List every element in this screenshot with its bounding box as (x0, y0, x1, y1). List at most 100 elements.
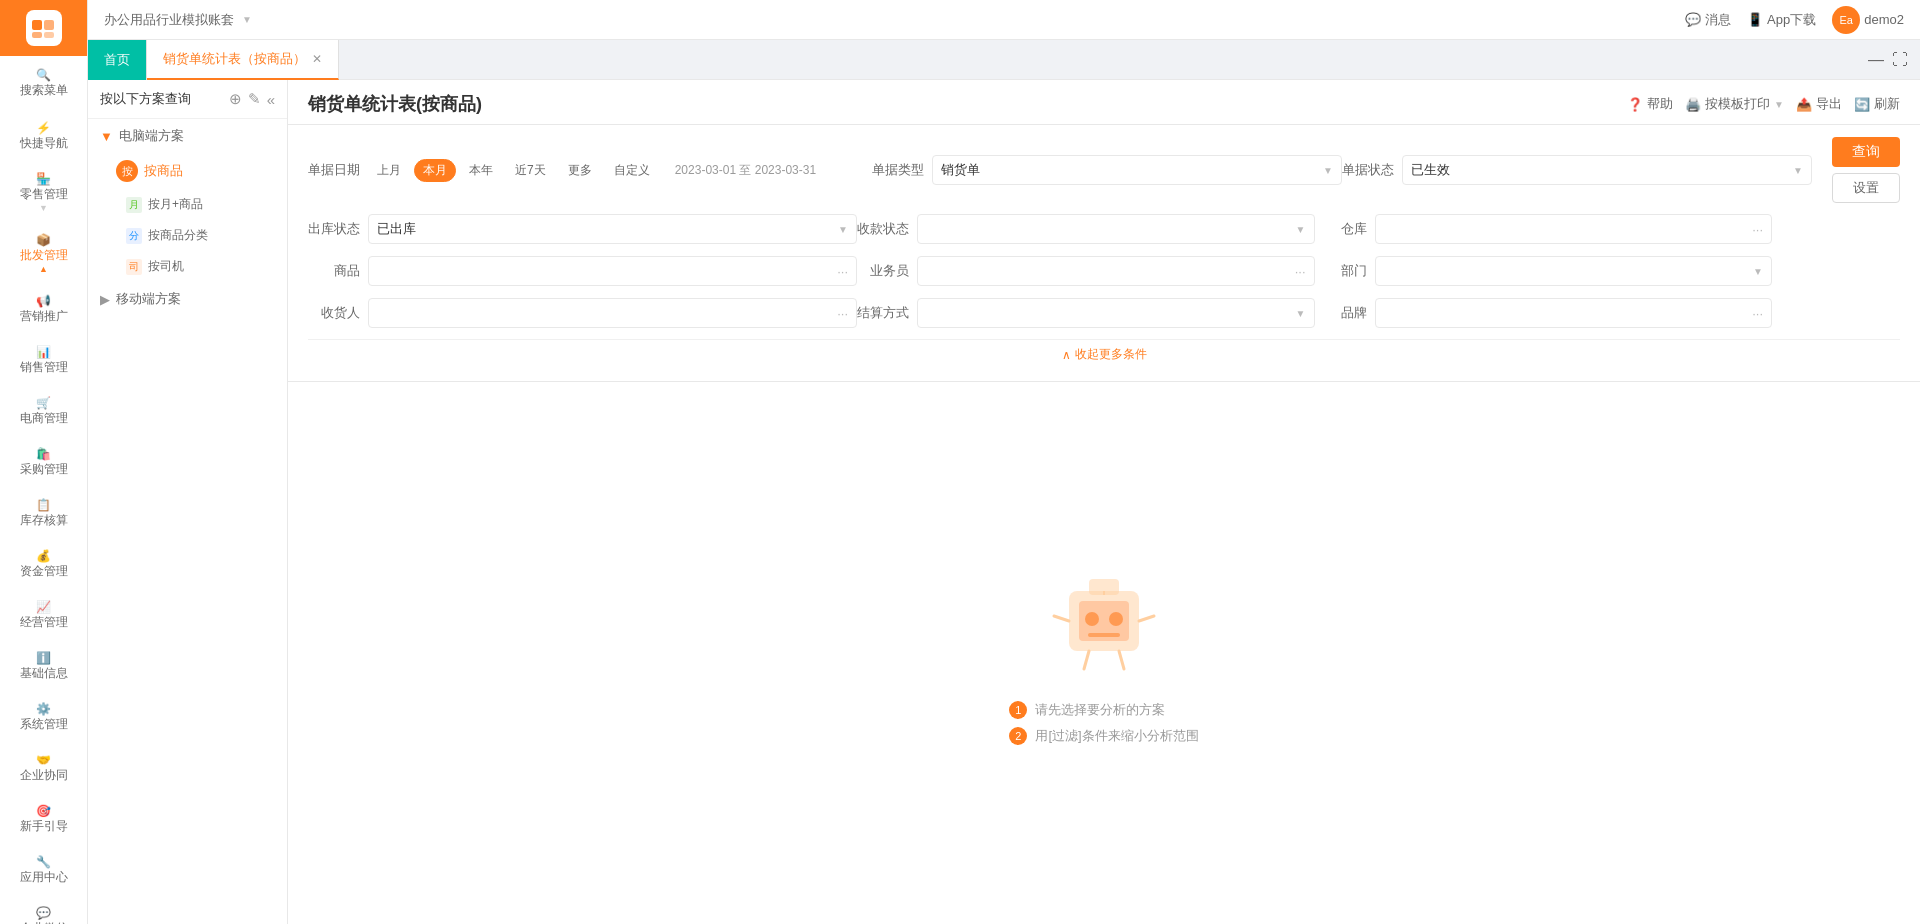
date-tab-this-year[interactable]: 本年 (460, 159, 502, 182)
payment-select[interactable]: ▼ (917, 214, 1315, 244)
sidebar-item-collab[interactable]: 🤝 企业协同 (0, 743, 87, 794)
export-icon: 📤 (1796, 97, 1812, 112)
date-tab-custom[interactable]: 自定义 (605, 159, 659, 182)
sidebar-item-appstore[interactable]: 🔧 应用中心 (0, 845, 87, 896)
brand-input[interactable]: ··· (1375, 298, 1773, 328)
filter-settle-field: 结算方式 ▼ (857, 297, 1315, 329)
date-tab-last-month[interactable]: 上月 (368, 159, 410, 182)
date-tabs: 上月 本月 本年 近7天 更多 自定义 (368, 159, 659, 182)
staff-input[interactable]: ··· (917, 256, 1315, 286)
doc-type-value: 销货单 (941, 161, 980, 179)
tab-close-btn[interactable]: ✕ (312, 52, 322, 66)
edit-scheme-btn[interactable]: ✎ (248, 90, 261, 108)
scheme-group-mobile-header[interactable]: ▶ 移动端方案 (88, 282, 287, 316)
sidebar-item-sales[interactable]: 📊 销售管理 (0, 335, 87, 386)
date-range-display: 2023-03-01 至 2023-03-31 (675, 162, 816, 179)
filter-brand-field: 品牌 ··· (1315, 297, 1773, 329)
inventory-icon: 📋 (36, 498, 51, 512)
svg-line-12 (1119, 651, 1124, 669)
sidebar-item-basic[interactable]: ℹ️ 基础信息 (0, 641, 87, 692)
tab-sales-stats[interactable]: 销货单统计表（按商品） ✕ (147, 40, 339, 80)
filter-dept-field: 部门 ▼ (1315, 255, 1773, 287)
doc-status-select[interactable]: 已生效 ▼ (1402, 155, 1812, 185)
warehouse-input[interactable]: ··· (1375, 214, 1773, 244)
sidebar-item-guide[interactable]: 🎯 新手引导 (0, 794, 87, 845)
sidebar-item-business[interactable]: 📈 经营管理 (0, 590, 87, 641)
tip-num-2: 2 (1009, 727, 1027, 745)
brand-label: 品牌 (1315, 304, 1375, 322)
help-btn[interactable]: ❓ 帮助 (1627, 95, 1673, 113)
sidebar-item-inventory[interactable]: 📋 库存核算 (0, 488, 87, 539)
search-menu[interactable]: 🔍 搜索菜单 (0, 56, 87, 111)
scheme-group-desktop: ▼ 电脑端方案 按 按商品 月 按月+商品 分 按商品分类 (88, 119, 287, 282)
filter-receiver-field: 收货人 ··· (308, 297, 857, 329)
ecommerce-icon: 🛒 (36, 396, 51, 410)
sidebar-item-system[interactable]: ⚙️ 系统管理 (0, 692, 87, 743)
goods-input[interactable]: ··· (368, 256, 857, 286)
chevron-down-icon-payment: ▼ (1296, 224, 1306, 235)
message-icon: 💬 (1685, 12, 1701, 27)
filter-row-1: 单据日期 上月 本月 本年 近7天 更多 自定义 2023-03-01 至 20… (308, 137, 1900, 203)
collapse-btn[interactable]: ∧ 收起更多条件 (308, 339, 1900, 369)
svg-line-10 (1139, 616, 1154, 621)
tab-home[interactable]: 首页 (88, 40, 147, 80)
query-button[interactable]: 查询 (1832, 137, 1900, 167)
date-tab-more[interactable]: 更多 (559, 159, 601, 182)
topbar-right: 💬 消息 📱 App下载 Ea demo2 (1685, 6, 1904, 34)
export-btn[interactable]: 📤 导出 (1796, 95, 1842, 113)
topbar-left: 办公用品行业模拟账套 ▼ (104, 11, 252, 29)
message-btn[interactable]: 💬 消息 (1685, 11, 1731, 29)
setting-button[interactable]: 设置 (1832, 173, 1900, 203)
payment-label: 收款状态 (857, 220, 917, 238)
date-tab-7days[interactable]: 近7天 (506, 159, 555, 182)
refresh-btn[interactable]: 🔄 刷新 (1854, 95, 1900, 113)
add-scheme-btn[interactable]: ⊕ (229, 90, 242, 108)
more-icon-goods: ··· (837, 264, 848, 279)
goods-label: 商品 (308, 262, 368, 280)
scheme-group-desktop-header[interactable]: ▼ 电脑端方案 (88, 119, 287, 153)
svg-rect-1 (44, 20, 54, 30)
tab-expand-controls: — ⛶ (1856, 51, 1920, 69)
scheme-item-by-driver[interactable]: 司 按司机 (88, 251, 287, 282)
username-label: demo2 (1864, 12, 1904, 27)
out-status-select[interactable]: 已出库 ▼ (368, 214, 857, 244)
collapse-panel-btn[interactable]: « (267, 91, 275, 108)
scheme-item-by-month-product[interactable]: 月 按月+商品 (88, 189, 287, 220)
scheme-item-by-product[interactable]: 按 按商品 (88, 153, 287, 189)
sidebar-item-ecommerce[interactable]: 🛒 电商管理 (0, 386, 87, 437)
filter-doc-status-field: 单据状态 已生效 ▼ (1342, 154, 1812, 186)
sidebar-item-marketing[interactable]: 📢 营销推广 (0, 284, 87, 335)
scheme-item-by-category[interactable]: 分 按商品分类 (88, 220, 287, 251)
sidebar-item-purchase[interactable]: 🛍️ 采购管理 (0, 437, 87, 488)
retail-icon: 🏪 (36, 172, 51, 186)
svg-line-11 (1084, 651, 1089, 669)
purchase-icon: 🛍️ (36, 447, 51, 461)
date-tab-this-month[interactable]: 本月 (414, 159, 456, 182)
print-icon: 🖨️ (1685, 97, 1701, 112)
shortcut-nav[interactable]: ⚡ 快捷导航 (0, 111, 87, 162)
app-download-btn[interactable]: 📱 App下载 (1747, 11, 1816, 29)
print-btn[interactable]: 🖨️ 按模板打印 ▼ (1685, 95, 1784, 113)
user-area[interactable]: Ea demo2 (1832, 6, 1904, 34)
business-icon: 📈 (36, 600, 51, 614)
system-icon: ⚙️ (36, 702, 51, 716)
empty-tip-2: 2 用[过滤]条件来缩小分析范围 (1009, 727, 1198, 745)
dept-select[interactable]: ▼ (1375, 256, 1773, 286)
page-header-actions: ❓ 帮助 🖨️ 按模板打印 ▼ 📤 导出 🔄 刷新 (1627, 95, 1900, 113)
receiver-input[interactable]: ··· (368, 298, 857, 328)
sidebar-item-retail[interactable]: 🏪 零售管理 ▼ (0, 162, 87, 223)
sidebar-item-weixin[interactable]: 💬 企业微信 (0, 896, 87, 924)
mobile-group-label: 移动端方案 (116, 290, 181, 308)
sidebar-item-finance[interactable]: 💰 资金管理 (0, 539, 87, 590)
filter-area: 单据日期 上月 本月 本年 近7天 更多 自定义 2023-03-01 至 20… (288, 125, 1920, 382)
date-group: 上月 本月 本年 近7天 更多 自定义 2023-03-01 至 2023-03… (368, 159, 872, 182)
settle-select[interactable]: ▼ (917, 298, 1315, 328)
scheme-group-mobile: ▶ 移动端方案 (88, 282, 287, 316)
minimize-icon[interactable]: — (1868, 51, 1884, 69)
svg-line-9 (1054, 616, 1069, 621)
maximize-icon[interactable]: ⛶ (1892, 51, 1908, 69)
doc-type-select[interactable]: 销货单 ▼ (932, 155, 1342, 185)
out-status-value: 已出库 (377, 220, 416, 238)
sidebar-item-wholesale[interactable]: 📦 批发管理 ▲ (0, 223, 87, 284)
filter-out-status-field: 出库状态 已出库 ▼ (308, 213, 857, 245)
